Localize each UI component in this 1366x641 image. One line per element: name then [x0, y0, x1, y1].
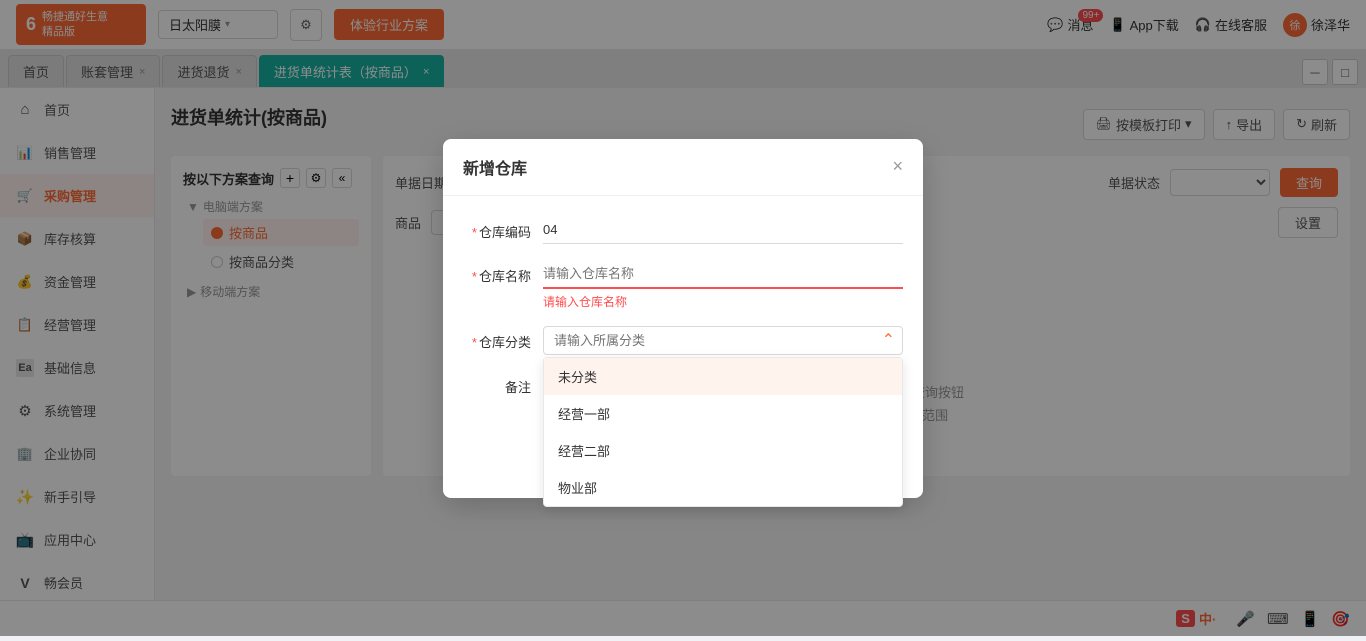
form-row-name: 仓库名称 请输入仓库名称: [463, 260, 903, 310]
dropdown-item-dept1[interactable]: 经营一部: [544, 395, 902, 432]
category-label: 仓库分类: [463, 326, 543, 351]
code-input[interactable]: [543, 216, 903, 244]
dialog-body: 仓库编码 仓库名称 请输入仓库名称 仓库分类 ⌃: [443, 196, 923, 435]
note-label: 备注: [463, 371, 543, 396]
dropdown-item-uncategorized[interactable]: 未分类: [544, 358, 902, 395]
new-warehouse-dialog: 新增仓库 × 仓库编码 仓库名称 请输入仓库名称 仓库分类: [443, 139, 923, 498]
dropdown-item-dept3[interactable]: 物业部: [544, 469, 902, 506]
dialog-header: 新增仓库 ×: [443, 139, 923, 196]
name-input[interactable]: [543, 260, 903, 289]
code-label: 仓库编码: [463, 216, 543, 241]
form-row-category: 仓库分类 ⌃ 未分类 经营一部 经营二部 物业部: [463, 326, 903, 355]
category-dropdown: 未分类 经营一部 经营二部 物业部: [543, 357, 903, 507]
code-control: [543, 216, 903, 244]
dialog-title: 新增仓库: [463, 155, 527, 179]
dialog-close-button[interactable]: ×: [892, 156, 903, 177]
dropdown-item-dept2[interactable]: 经营二部: [544, 432, 902, 469]
modal-overlay: 新增仓库 × 仓库编码 仓库名称 请输入仓库名称 仓库分类: [0, 0, 1366, 636]
category-control: ⌃ 未分类 经营一部 经营二部 物业部: [543, 326, 903, 355]
name-label: 仓库名称: [463, 260, 543, 285]
name-error-msg: 请输入仓库名称: [543, 293, 903, 310]
category-select-wrapper: ⌃ 未分类 经营一部 经营二部 物业部: [543, 326, 903, 355]
form-row-code: 仓库编码: [463, 216, 903, 244]
category-input[interactable]: [543, 326, 903, 355]
name-control: 请输入仓库名称: [543, 260, 903, 310]
